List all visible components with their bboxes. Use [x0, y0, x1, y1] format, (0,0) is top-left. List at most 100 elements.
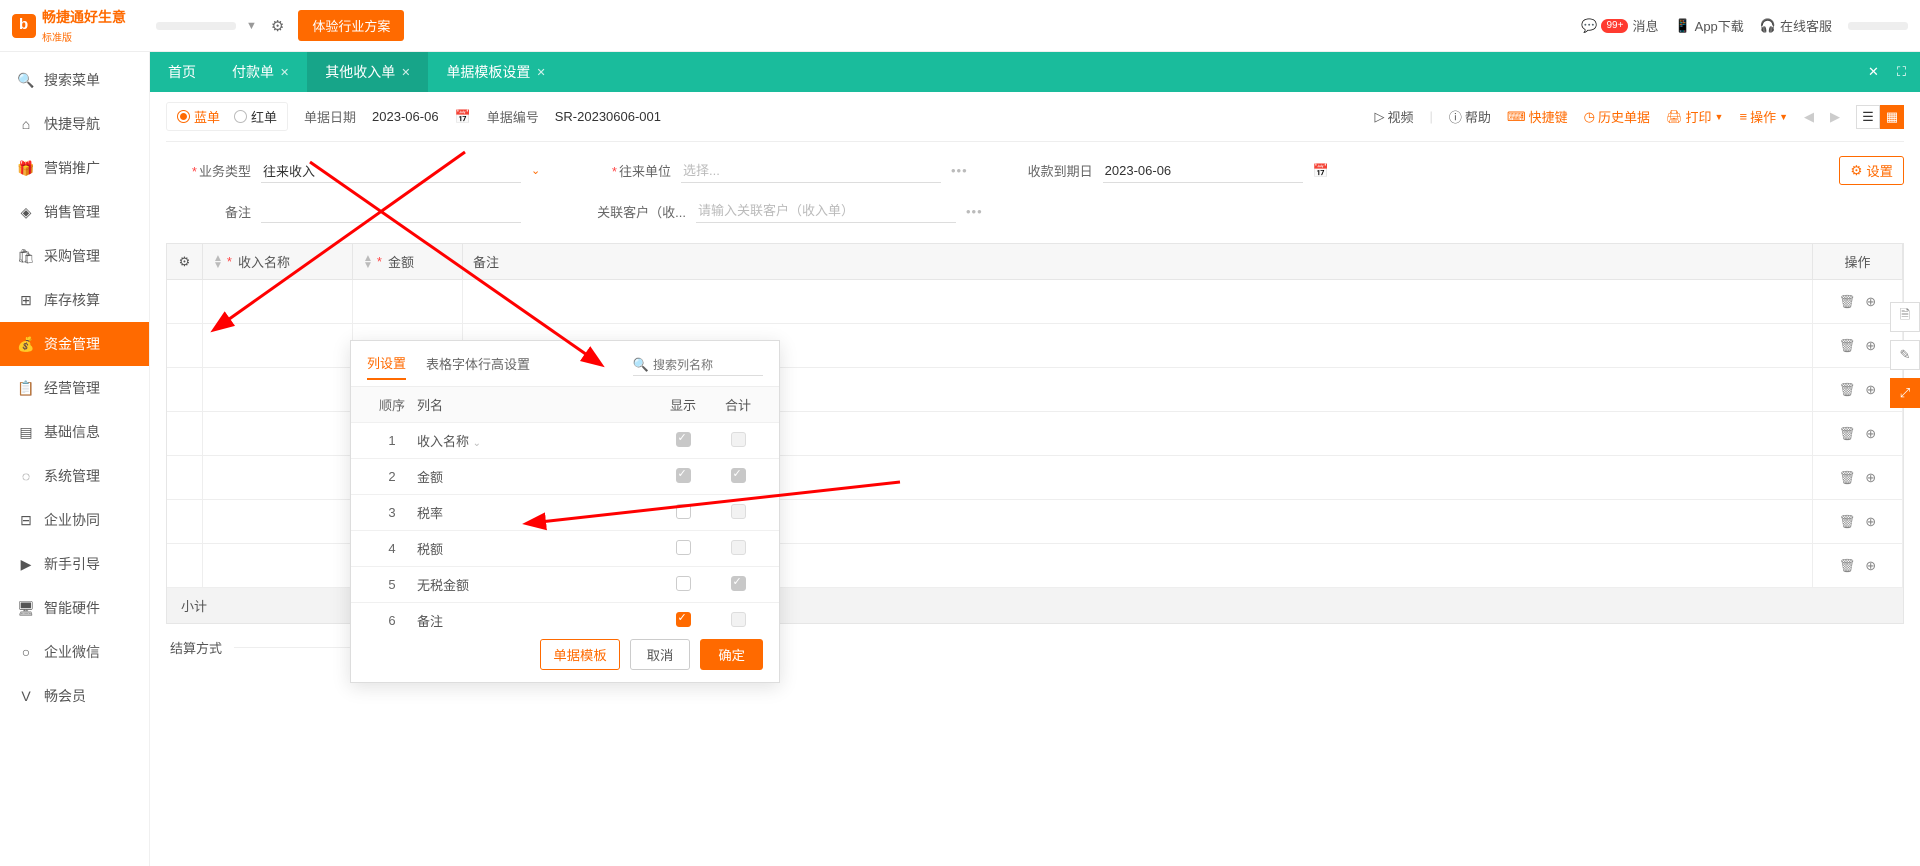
due-date-input[interactable]: [1103, 159, 1303, 183]
sidebar-item-wechat[interactable]: ○企业微信: [0, 630, 149, 674]
more-icon[interactable]: •••: [966, 204, 983, 219]
tab-template[interactable]: 单据模板设置✕: [428, 52, 563, 92]
column-search-input[interactable]: [653, 358, 763, 372]
show-checkbox[interactable]: [676, 576, 691, 591]
history-button[interactable]: ◷历史单据: [1584, 107, 1650, 126]
date-value[interactable]: 2023-06-06: [372, 109, 439, 124]
sum-checkbox[interactable]: [731, 432, 746, 447]
operate-button[interactable]: ≡操作▼: [1739, 107, 1788, 126]
close-all-icon[interactable]: ✕: [1864, 60, 1883, 84]
close-icon[interactable]: ✕: [280, 66, 289, 79]
col-income-name[interactable]: ▲▼*收入名称: [203, 244, 353, 279]
sidebar-item-nav[interactable]: ⌂快捷导航: [0, 102, 149, 146]
delete-icon[interactable]: 🗑: [1839, 338, 1856, 354]
assoc-customer-input[interactable]: [696, 199, 956, 223]
sidebar-item-marketing[interactable]: 🎁营销推广: [0, 146, 149, 190]
sum-checkbox[interactable]: [731, 504, 746, 519]
calendar-icon[interactable]: 📅: [455, 109, 471, 125]
tab-column-settings[interactable]: 列设置: [367, 353, 406, 380]
delete-icon[interactable]: 🗑: [1839, 382, 1856, 398]
app-download-button[interactable]: 📱 App下载: [1674, 16, 1743, 35]
gear-icon[interactable]: ⚙: [271, 17, 284, 35]
float-expand-icon[interactable]: ⤢: [1890, 378, 1920, 408]
radio-blue[interactable]: 蓝单: [177, 107, 220, 126]
delete-icon[interactable]: 🗑: [1839, 558, 1856, 574]
sidebar-item-basic[interactable]: ▤基础信息: [0, 410, 149, 454]
sidebar-item-operation[interactable]: 📋经营管理: [0, 366, 149, 410]
sidebar-item-guide[interactable]: ▶新手引导: [0, 542, 149, 586]
show-checkbox[interactable]: [676, 612, 691, 627]
sidebar-item-collab[interactable]: ⊟企业协同: [0, 498, 149, 542]
sidebar-item-purchase[interactable]: 🛍采购管理: [0, 234, 149, 278]
sum-checkbox[interactable]: [731, 576, 746, 591]
next-icon[interactable]: ▶: [1830, 109, 1840, 125]
tab-payment[interactable]: 付款单✕: [214, 52, 307, 92]
col-amount[interactable]: ▲▼*金额: [353, 244, 463, 279]
copy-icon[interactable]: ⊕: [1865, 470, 1876, 486]
confirm-button[interactable]: 确定: [700, 639, 763, 670]
delete-icon[interactable]: 🗑: [1839, 426, 1856, 442]
chevron-down-icon[interactable]: ⌄: [473, 438, 481, 449]
sidebar-item-sales[interactable]: ◈销售管理: [0, 190, 149, 234]
copy-icon[interactable]: ⊕: [1865, 558, 1876, 574]
copy-icon[interactable]: ⊕: [1865, 426, 1876, 442]
view-list[interactable]: ☰: [1856, 105, 1880, 129]
chevron-down-icon[interactable]: ▼: [246, 20, 257, 32]
template-button[interactable]: 单据模板: [540, 639, 619, 670]
expand-icon[interactable]: ⛶: [1893, 60, 1910, 84]
sidebar-item-hardware[interactable]: 🖥智能硬件: [0, 586, 149, 630]
copy-icon[interactable]: ⊕: [1865, 338, 1876, 354]
settings-button[interactable]: ⚙设置: [1839, 156, 1904, 185]
tab-other-income[interactable]: 其他收入单✕: [307, 52, 428, 92]
delete-icon[interactable]: 🗑: [1839, 294, 1856, 310]
sidebar-item-inventory[interactable]: ⊞库存核算: [0, 278, 149, 322]
float-edit-icon[interactable]: ✎: [1890, 340, 1920, 370]
help-button[interactable]: ⓘ帮助: [1449, 107, 1491, 126]
partner-input[interactable]: [681, 159, 941, 183]
copy-icon[interactable]: ⊕: [1865, 382, 1876, 398]
tab-font-settings[interactable]: 表格字体行高设置: [426, 354, 530, 379]
field-biz-type: *业务类型 ⌄: [166, 156, 546, 185]
sum-checkbox[interactable]: [731, 468, 746, 483]
copy-icon[interactable]: ⊕: [1865, 514, 1876, 530]
sidebar-item-system[interactable]: ◌系统管理: [0, 454, 149, 498]
copy-icon[interactable]: ⊕: [1865, 294, 1876, 310]
show-checkbox[interactable]: [676, 540, 691, 555]
tab-home[interactable]: 首页: [150, 52, 214, 92]
trial-button[interactable]: 体验行业方案: [298, 10, 404, 41]
close-icon[interactable]: ✕: [401, 66, 410, 79]
prev-icon[interactable]: ◀: [1804, 109, 1814, 125]
column-setting-row: 4税额: [351, 531, 779, 567]
sidebar-item-member[interactable]: V畅会员: [0, 674, 149, 718]
close-icon[interactable]: ✕: [536, 66, 545, 79]
cancel-button[interactable]: 取消: [630, 639, 691, 670]
delete-icon[interactable]: 🗑: [1839, 514, 1856, 530]
sidebar-item-search[interactable]: 🔍搜索菜单: [0, 58, 149, 102]
show-checkbox[interactable]: [676, 504, 691, 519]
field-partner: *往来单位 •••: [586, 156, 968, 185]
more-icon[interactable]: •••: [951, 163, 968, 178]
sum-checkbox[interactable]: [731, 612, 746, 627]
video-button[interactable]: ▷视频: [1374, 107, 1413, 126]
company-name[interactable]: [156, 22, 236, 30]
remark-input[interactable]: [261, 199, 521, 223]
grid-gear-button[interactable]: ⚙: [167, 244, 203, 279]
view-detail[interactable]: ▦: [1880, 105, 1904, 129]
delete-icon[interactable]: 🗑: [1839, 470, 1856, 486]
service-button[interactable]: 🎧 在线客服: [1760, 16, 1832, 35]
col-header-sum: 合计: [713, 395, 763, 414]
sidebar-item-finance[interactable]: 💰资金管理: [0, 322, 149, 366]
print-button[interactable]: 🖨打印▼: [1666, 107, 1723, 126]
avatar[interactable]: [1848, 22, 1908, 30]
sum-checkbox[interactable]: [731, 540, 746, 555]
show-checkbox[interactable]: [676, 468, 691, 483]
radio-red[interactable]: 红单: [234, 107, 277, 126]
show-checkbox[interactable]: [676, 432, 691, 447]
message-button[interactable]: 💬 99+ 消息: [1581, 16, 1658, 35]
biz-type-input[interactable]: [261, 159, 521, 183]
column-setting-row: 2金额: [351, 459, 779, 495]
shortcut-button[interactable]: ⌨快捷键: [1507, 107, 1568, 126]
calendar-icon[interactable]: 📅: [1313, 163, 1329, 179]
float-note-icon[interactable]: 🗎: [1890, 302, 1920, 332]
chevron-down-icon[interactable]: ⌄: [531, 164, 540, 177]
